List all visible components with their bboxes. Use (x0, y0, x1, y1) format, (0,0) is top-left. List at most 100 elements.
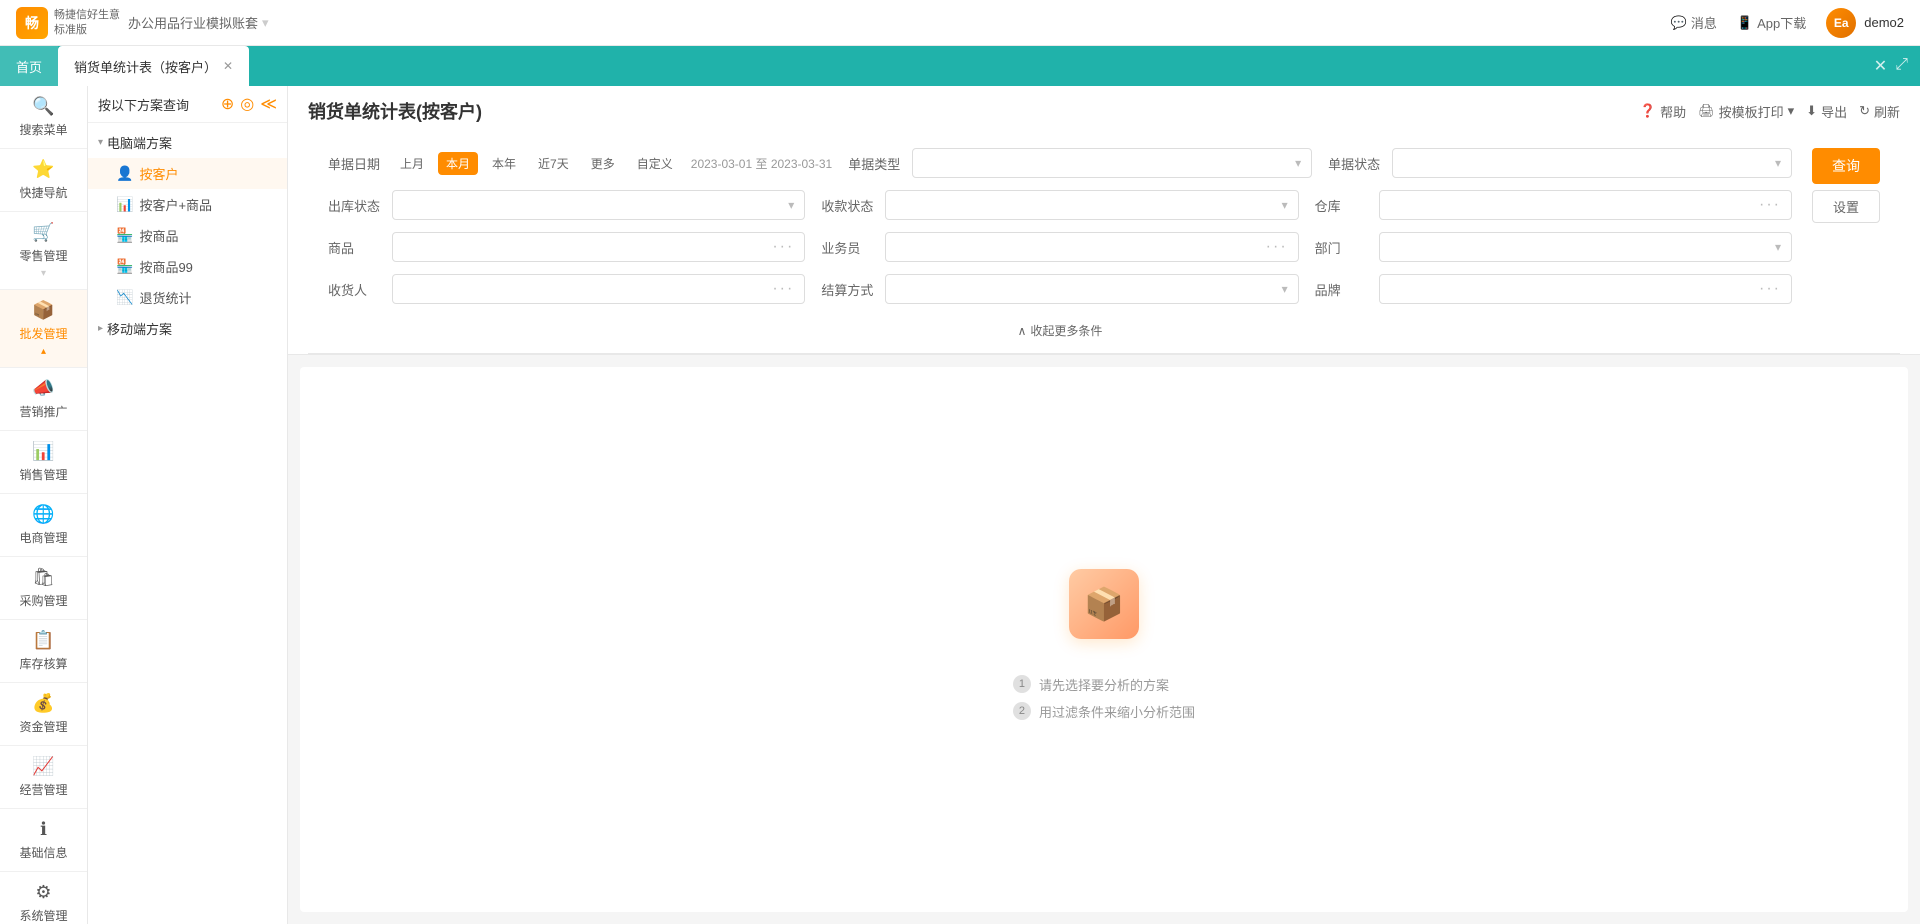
message-action[interactable]: 💬 消息 (1671, 13, 1717, 32)
recipient-dots-icon: ··· (772, 280, 794, 298)
scheme-item-by-customer[interactable]: 👤 按客户 (88, 158, 287, 189)
out-status-filter-item: 出库状态 (328, 190, 805, 220)
date-more-btn[interactable]: 更多 (583, 152, 623, 175)
recipient-label: 收货人 (328, 280, 384, 299)
page-title: 销货单统计表(按客户) (308, 98, 482, 124)
finance-icon: 💰 (32, 693, 54, 714)
staff-filter-item: 业务员 ··· (821, 232, 1298, 262)
basic-icon: ℹ (40, 819, 47, 840)
tip-num-1: 1 (1013, 675, 1031, 693)
sidebar-item-finance[interactable]: 💰 资金管理 (0, 683, 87, 746)
sidebar-item-system[interactable]: ⚙ 系统管理 (0, 872, 87, 924)
filter-row-2: 出库状态 收款状态 (328, 190, 1792, 220)
sidebar-item-wholesale[interactable]: 📦 批发管理 ▴ (0, 290, 87, 368)
scheme-item-by-product[interactable]: 🏪 按商品 (88, 220, 287, 251)
order-status-select[interactable] (1392, 148, 1792, 178)
receipt-status-select[interactable] (885, 190, 1298, 220)
sales-mgmt-icon: 📊 (32, 441, 54, 462)
tab-close-icon[interactable]: ✕ (223, 59, 233, 73)
product-select[interactable]: ··· (392, 232, 805, 262)
collapse-btn[interactable]: ∧ 收起更多条件 (328, 316, 1792, 345)
inventory-icon: 📋 (32, 630, 54, 651)
sidebar-item-sales-mgmt[interactable]: 📊 销售管理 (0, 431, 87, 494)
scheme-panel: 按以下方案查询 ⊕ ◎ ≪ 电脑端方案 👤 按客户 (88, 86, 288, 924)
date-this-month-btn[interactable]: 本月 (438, 152, 478, 175)
product-filter-item: 商品 ··· (328, 232, 805, 262)
by-customer-icon: 👤 (116, 165, 133, 182)
settings-button[interactable]: 设置 (1812, 190, 1880, 223)
scheme-group-desktop: 电脑端方案 👤 按客户 📊 按客户+商品 🏪 按商品 (88, 127, 287, 313)
message-icon: 💬 (1671, 15, 1687, 31)
date-shortcuts: 上月 本月 本年 近7天 更多 自定义 2023-03-01 至 2023-03… (392, 152, 832, 175)
brand-select[interactable]: ··· (1379, 274, 1792, 304)
scheme-panel-title: 按以下方案查询 (98, 95, 189, 114)
scheme-settings-btn[interactable]: ◎ (240, 94, 254, 114)
empty-state: 📦 1 请先选择要分析的方案 2 用过滤条件来缩小分析范围 (300, 367, 1908, 912)
tab-sales-stat[interactable]: 销货单统计表（按客户） ✕ (58, 46, 249, 86)
scheme-group-mobile-header[interactable]: 移动端方案 (88, 313, 287, 344)
date-this-year-btn[interactable]: 本年 (484, 152, 524, 175)
return-stat-icon: 📉 (116, 289, 133, 306)
tab-home[interactable]: 首页 (0, 46, 58, 86)
marketing-icon: 📣 (32, 378, 54, 399)
retail-arrow-icon: ▾ (41, 268, 46, 279)
sidebar-item-business[interactable]: 📈 经营管理 (0, 746, 87, 809)
mobile-group-arrow-icon (98, 323, 103, 334)
brand-dots-icon: ··· (1759, 280, 1781, 298)
sidebar-item-retail[interactable]: 🛒 零售管理 ▾ (0, 212, 87, 290)
sidebar-item-shortcut[interactable]: ⭐ 快捷导航 (0, 149, 87, 212)
sidebar-item-basic[interactable]: ℹ 基础信息 (0, 809, 87, 872)
app-download-icon: 📱 (1737, 15, 1753, 31)
window-expand-btn[interactable]: ⤢ (1895, 56, 1908, 76)
window-close-btn[interactable]: ✕ (1874, 56, 1887, 76)
scheme-add-btn[interactable]: ⊕ (221, 94, 234, 114)
out-status-select[interactable] (392, 190, 805, 220)
date-last-month-btn[interactable]: 上月 (392, 152, 432, 175)
print-dropdown-icon: ▾ (1788, 103, 1795, 119)
sidebar-item-ecom[interactable]: 🌐 电商管理 (0, 494, 87, 557)
main-panel: 销货单统计表(按客户) ❓ 帮助 🖨 按模板打印 ▾ ⬇ (288, 86, 1920, 924)
filter-row-4: 收货人 ··· 结算方式 (328, 274, 1792, 304)
business-icon: 📈 (32, 756, 54, 777)
refresh-action[interactable]: ↻ 刷新 (1859, 102, 1900, 121)
tab-bar: 首页 销货单统计表（按客户） ✕ ✕ ⤢ (0, 46, 1920, 86)
sidebar-item-marketing[interactable]: 📣 营销推广 (0, 368, 87, 431)
payment-select[interactable] (885, 274, 1298, 304)
scheme-item-by-customer-product[interactable]: 📊 按客户+商品 (88, 189, 287, 220)
date-last-7days-btn[interactable]: 近7天 (530, 152, 577, 175)
filter-btn-group: 查询 设置 (1812, 148, 1880, 223)
warehouse-select[interactable]: ··· (1379, 190, 1792, 220)
avatar: Ea (1826, 8, 1856, 38)
empty-tip-2: 2 用过滤条件来缩小分析范围 (1013, 702, 1195, 721)
scheme-item-by-product-99[interactable]: 🏪 按商品99 (88, 251, 287, 282)
dept-select[interactable] (1379, 232, 1792, 262)
system-icon: ⚙ (35, 882, 51, 903)
scheme-group-desktop-header[interactable]: 电脑端方案 (88, 127, 287, 158)
order-type-select[interactable] (912, 148, 1312, 178)
sidebar-item-inventory[interactable]: 📋 库存核算 (0, 620, 87, 683)
page-header: 销货单统计表(按客户) ❓ 帮助 🖨 按模板打印 ▾ ⬇ (288, 86, 1920, 355)
recipient-select[interactable]: ··· (392, 274, 805, 304)
export-action[interactable]: ⬇ 导出 (1806, 102, 1847, 121)
product-label: 商品 (328, 238, 384, 257)
date-custom-btn[interactable]: 自定义 (629, 152, 681, 175)
breadcrumb: 办公用品行业模拟账套 ▾ (128, 13, 269, 32)
user-area[interactable]: Ea demo2 (1826, 8, 1904, 38)
scheme-collapse-btn[interactable]: ≪ (260, 94, 277, 114)
query-button[interactable]: 查询 (1812, 148, 1880, 184)
order-type-arrow-icon (1295, 156, 1301, 170)
staff-select[interactable]: ··· (885, 232, 1298, 262)
sidebar-item-purchase[interactable]: 🛍 采购管理 (0, 557, 87, 620)
retail-icon: 🛒 (32, 222, 54, 243)
breadcrumb-sep: ▾ (262, 15, 269, 31)
brand-filter-item: 品牌 ··· (1315, 274, 1792, 304)
warehouse-label: 仓库 (1315, 196, 1371, 215)
main-layout: 🔍 搜索菜单 ⭐ 快捷导航 🛒 零售管理 ▾ 📦 批发管理 ▴ 📣 营销推广 📊… (0, 86, 1920, 924)
app-download-action[interactable]: 📱 App下载 (1737, 13, 1806, 32)
help-action[interactable]: ❓ 帮助 (1640, 102, 1686, 121)
sidebar-item-search[interactable]: 🔍 搜索菜单 (0, 86, 87, 149)
content-area: 按以下方案查询 ⊕ ◎ ≪ 电脑端方案 👤 按客户 (88, 86, 1920, 924)
scheme-item-return-stat[interactable]: 📉 退货统计 (88, 282, 287, 313)
home-label: 首页 (16, 57, 42, 76)
template-print-action[interactable]: 🖨 按模板打印 ▾ (1698, 102, 1794, 121)
